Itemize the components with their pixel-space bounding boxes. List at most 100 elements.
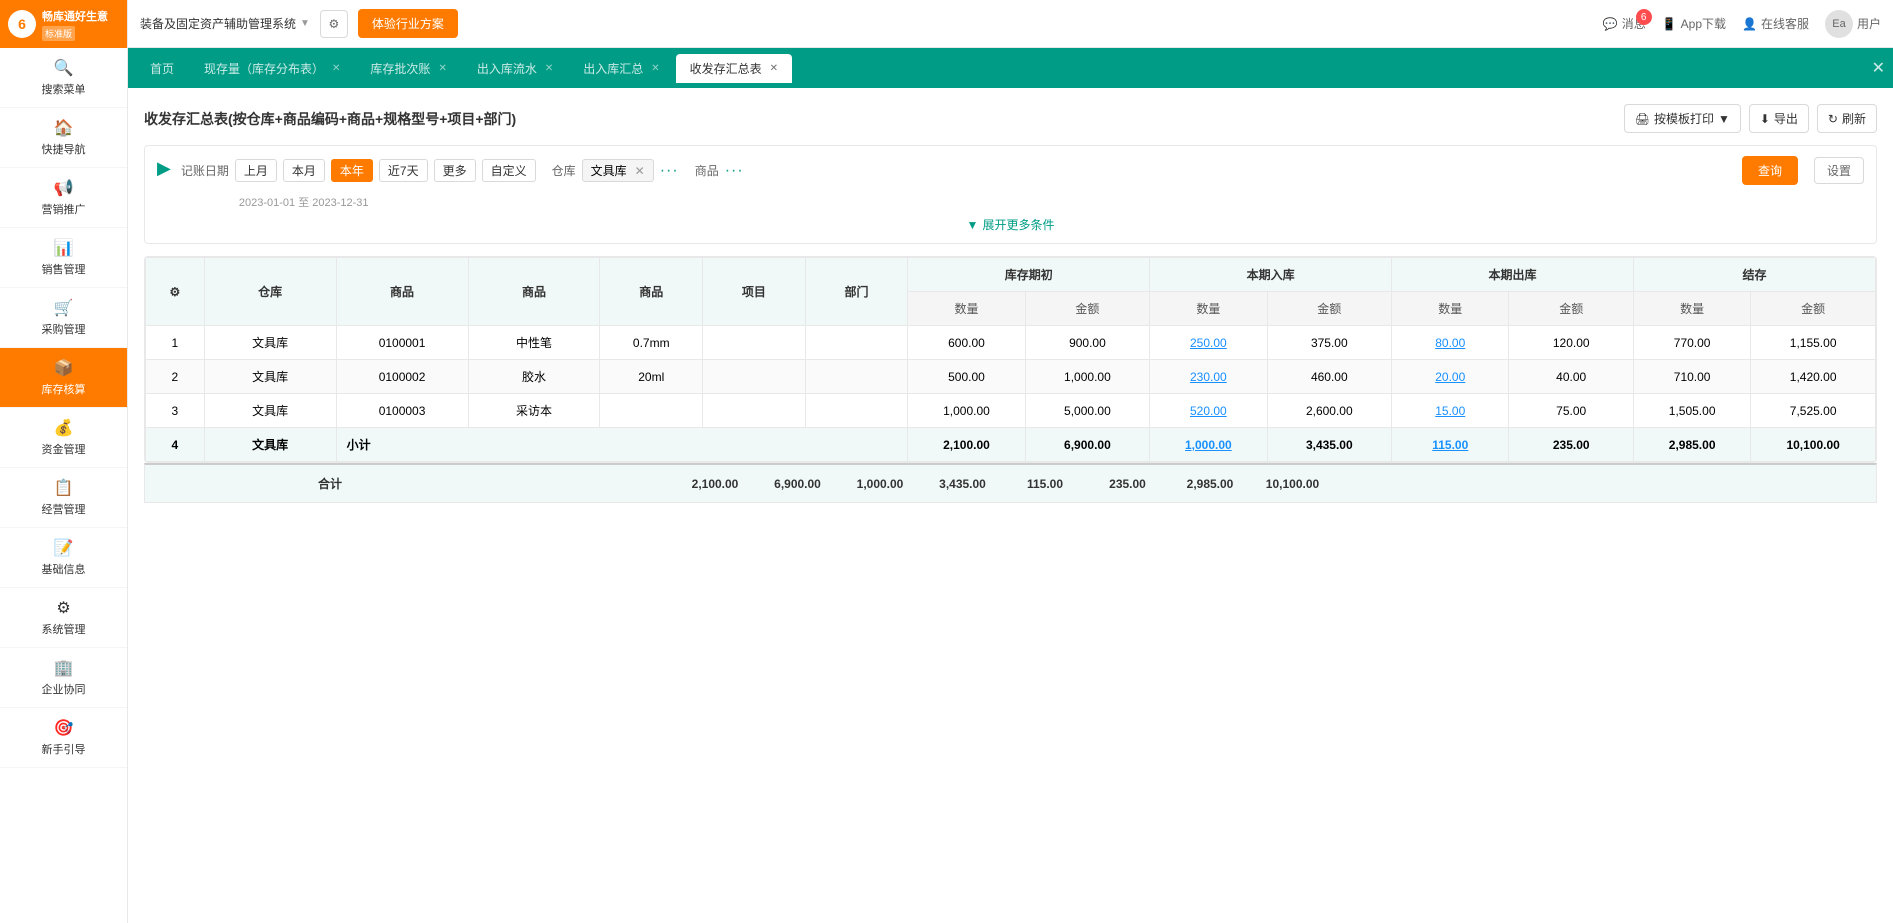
tab-inventory-dist-close[interactable]: ✕ [332, 63, 340, 74]
tab-recv-send-summary-close[interactable]: ✕ [770, 63, 778, 74]
tab-inventory-dist-label: 现存量（库存分布表） [204, 60, 324, 77]
query-button[interactable]: 查询 [1742, 156, 1798, 185]
subtotal-out-qty[interactable]: 115.00 [1392, 428, 1509, 462]
sidebar-label-enterprise: 企业协同 [42, 681, 86, 697]
sidebar-item-guide[interactable]: 🎯 新手引导 [0, 708, 127, 768]
tab-recv-send-summary[interactable]: 收发存汇总表 ✕ [676, 54, 792, 83]
sidebar-item-search[interactable]: 🔍 搜索菜单 [0, 48, 127, 108]
table-row: 2 文具库 0100002 胶水 20ml 500.00 1,000.00 23… [146, 360, 1876, 394]
row-warehouse-2: 文具库 [204, 394, 336, 428]
row-out-amt-0: 120.00 [1509, 326, 1634, 360]
app-logo: 6 畅库通好生意 标准版 [0, 0, 127, 48]
date-more-btn[interactable]: 更多 [434, 159, 476, 182]
main-area: 装备及固定资产辅助管理系统 ▼ ⚙ 体验行业方案 💬 消息 6 📱 App下载 … [128, 0, 1893, 923]
print-arrow-icon: ▼ [1718, 112, 1730, 126]
row-in-qty-1[interactable]: 230.00 [1150, 360, 1267, 394]
user-action[interactable]: Ea 用户 [1825, 10, 1881, 38]
sidebar-item-sales[interactable]: 📊 销售管理 [0, 228, 127, 288]
export-button[interactable]: ⬇ 导出 [1749, 104, 1809, 133]
logo-name: 畅库通好生意 [42, 8, 108, 24]
chevron-down-icon: ▼ [300, 18, 310, 29]
sidebar-item-enterprise[interactable]: 🏢 企业协同 [0, 648, 127, 708]
date-this-year-btn[interactable]: 本年 [331, 159, 373, 182]
finance-icon: 💰 [54, 418, 74, 438]
total-init-qty: 2,100.00 [675, 477, 755, 491]
tab-inout-summary-close[interactable]: ✕ [651, 63, 659, 74]
search-icon: 🔍 [54, 58, 74, 78]
subtotal-in-amt: 3,435.00 [1267, 428, 1392, 462]
goods-more-dots[interactable]: ··· [725, 162, 744, 180]
date-7days-btn[interactable]: 近7天 [379, 159, 428, 182]
row-bal-qty-2: 1,505.00 [1634, 394, 1751, 428]
warehouse-tag-close[interactable]: ✕ [635, 164, 645, 178]
sidebar-label-inventory: 库存核算 [42, 381, 86, 397]
sidebar-item-system[interactable]: ⚙ 系统管理 [0, 588, 127, 648]
expand-more-button[interactable]: ▼ 展开更多条件 [967, 216, 1055, 233]
filter-collapse-button[interactable]: ▶ [157, 156, 171, 179]
online-service-label: 在线客服 [1761, 15, 1809, 32]
sidebar-item-operations[interactable]: 📋 经营管理 [0, 468, 127, 528]
settings-col-header[interactable]: ⚙ [146, 258, 205, 326]
export-label: 导出 [1774, 110, 1798, 127]
row-in-amt-1: 460.00 [1267, 360, 1392, 394]
date-last-month-btn[interactable]: 上月 [235, 159, 277, 182]
sidebar-label-search: 搜索菜单 [42, 81, 86, 97]
row-out-qty-1[interactable]: 20.00 [1392, 360, 1509, 394]
page-title: 收发存汇总表(按仓库+商品编码+商品+规格型号+项目+部门) [144, 109, 1624, 129]
tab-inout-summary[interactable]: 出入库汇总 ✕ [569, 54, 673, 83]
app-download-action[interactable]: 📱 App下载 [1662, 15, 1726, 32]
refresh-button[interactable]: ↻ 刷新 [1817, 104, 1877, 133]
print-button[interactable]: 🖨 按模板打印 ▼ [1624, 104, 1741, 133]
sidebar-item-purchase[interactable]: 🛒 采购管理 [0, 288, 127, 348]
tab-batch-ledger-label: 库存批次账 [370, 60, 430, 77]
row-out-amt-2: 75.00 [1509, 394, 1634, 428]
tab-inout-flow-close[interactable]: ✕ [545, 63, 553, 74]
row-out-qty-0[interactable]: 80.00 [1392, 326, 1509, 360]
row-in-qty-0[interactable]: 250.00 [1150, 326, 1267, 360]
home-icon: 🏠 [54, 118, 74, 138]
purchase-icon: 🛒 [54, 298, 74, 318]
project-col-header: 项目 [703, 258, 806, 326]
row-project-0 [703, 326, 806, 360]
row-num-2: 3 [146, 394, 205, 428]
row-warehouse-1: 文具库 [204, 360, 336, 394]
date-label: 记账日期 [181, 162, 229, 179]
total-in-qty: 1,000.00 [840, 477, 920, 491]
row-bal-qty-0: 770.00 [1634, 326, 1751, 360]
row-in-amt-2: 2,600.00 [1267, 394, 1392, 428]
tab-home[interactable]: 首页 [136, 54, 188, 83]
date-custom-btn[interactable]: 自定义 [482, 159, 536, 182]
subtotal-in-qty[interactable]: 1,000.00 [1150, 428, 1267, 462]
message-action[interactable]: 💬 消息 6 [1603, 15, 1646, 32]
warehouse-more-dots[interactable]: ··· [660, 162, 679, 180]
try-industry-button[interactable]: 体验行业方案 [358, 9, 458, 38]
user-label: 用户 [1857, 15, 1881, 32]
row-init-qty-1: 500.00 [908, 360, 1025, 394]
row-bal-qty-1: 710.00 [1634, 360, 1751, 394]
sidebar-label-system: 系统管理 [42, 621, 86, 637]
sidebar-item-marketing[interactable]: 📢 营销推广 [0, 168, 127, 228]
row-spec-1: 20ml [600, 360, 703, 394]
tab-batch-ledger[interactable]: 库存批次账 ✕ [356, 54, 460, 83]
message-badge: 6 [1636, 9, 1652, 25]
expand-label: 展开更多条件 [982, 216, 1054, 233]
tab-bar-close-button[interactable]: ✕ [1872, 58, 1885, 78]
tab-inventory-dist[interactable]: 现存量（库存分布表） ✕ [190, 54, 354, 83]
system-title-dropdown[interactable]: 装备及固定资产辅助管理系统 ▼ [140, 15, 310, 32]
row-in-qty-2[interactable]: 520.00 [1150, 394, 1267, 428]
sidebar-item-basic-info[interactable]: 📝 基础信息 [0, 528, 127, 588]
row-out-qty-2[interactable]: 15.00 [1392, 394, 1509, 428]
online-service-action[interactable]: 👤 在线客服 [1742, 15, 1809, 32]
filter-bar: ▶ 记账日期 上月 本月 本年 近7天 更多 自定义 [144, 145, 1877, 244]
spec-col-header: 商品 [600, 258, 703, 326]
row-name-2: 采访本 [468, 394, 600, 428]
sidebar-item-quick-nav[interactable]: 🏠 快捷导航 [0, 108, 127, 168]
tab-inout-flow[interactable]: 出入库流水 ✕ [463, 54, 567, 83]
settings-button[interactable]: ⚙ [320, 10, 348, 38]
tab-batch-ledger-close[interactable]: ✕ [438, 63, 446, 74]
setup-button[interactable]: 设置 [1814, 157, 1864, 184]
date-this-month-btn[interactable]: 本月 [283, 159, 325, 182]
sidebar-item-inventory[interactable]: 📦 库存核算 [0, 348, 127, 408]
sidebar-item-finance[interactable]: 💰 资金管理 [0, 408, 127, 468]
system-icon: ⚙ [56, 598, 70, 618]
